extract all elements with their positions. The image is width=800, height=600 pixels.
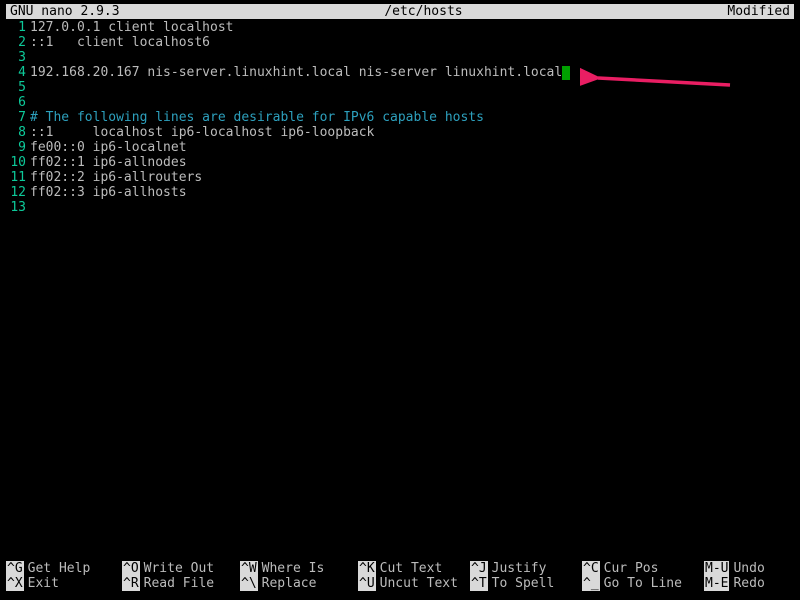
- shortcut-key: ^J: [470, 561, 488, 576]
- editor-line[interactable]: 1 127.0.0.1 client localhost: [6, 20, 794, 35]
- shortcut-cur-pos[interactable]: ^C Cur Pos: [582, 561, 698, 576]
- title-bar: GNU nano 2.9.3 /etc/hosts Modified: [6, 4, 794, 19]
- line-number: 11: [6, 170, 26, 185]
- nano-editor-window: GNU nano 2.9.3 /etc/hosts Modified 1 127.…: [0, 0, 800, 600]
- shortcut-read-file[interactable]: ^R Read File: [122, 576, 234, 591]
- shortcut-label: Undo: [733, 561, 764, 576]
- line-content[interactable]: [30, 50, 794, 65]
- editor-line[interactable]: 10 ff02::1 ip6-allnodes: [6, 155, 794, 170]
- shortcut-key: ^X: [6, 576, 24, 591]
- shortcut-key: ^O: [122, 561, 140, 576]
- shortcut-label: Cut Text: [380, 561, 443, 576]
- line-content[interactable]: [30, 95, 794, 110]
- shortcut-replace[interactable]: ^\ Replace: [240, 576, 352, 591]
- shortcut-label: Redo: [733, 576, 764, 591]
- line-number: 3: [6, 50, 26, 65]
- modified-status: Modified: [727, 4, 790, 19]
- file-path: /etc/hosts: [120, 4, 728, 19]
- line-content[interactable]: ff02::1 ip6-allnodes: [30, 155, 794, 170]
- editor-line[interactable]: 7 # The following lines are desirable for…: [6, 110, 794, 125]
- shortcut-to-spell[interactable]: ^T To Spell: [470, 576, 576, 591]
- line-number: 13: [6, 200, 26, 215]
- line-number: 9: [6, 140, 26, 155]
- line-content[interactable]: [30, 200, 794, 215]
- shortcut-label: Get Help: [28, 561, 91, 576]
- line-number: 2: [6, 35, 26, 50]
- line-number: 10: [6, 155, 26, 170]
- shortcut-label: Uncut Text: [380, 576, 458, 591]
- line-content[interactable]: [30, 80, 794, 95]
- line-number: 4: [6, 65, 26, 80]
- shortcut-justify[interactable]: ^J Justify: [470, 561, 576, 576]
- line-content[interactable]: ::1 localhost ip6-localhost ip6-loopback: [30, 125, 794, 140]
- editor-line[interactable]: 6: [6, 95, 794, 110]
- shortcut-label: Read File: [144, 576, 214, 591]
- shortcut-label: Write Out: [144, 561, 214, 576]
- editor-line[interactable]: 11 ff02::2 ip6-allrouters: [6, 170, 794, 185]
- line-content[interactable]: ::1 client localhost6: [30, 35, 794, 50]
- shortcut-key: ^G: [6, 561, 24, 576]
- shortcut-undo[interactable]: M-U Undo: [704, 561, 778, 576]
- editor-line[interactable]: 5: [6, 80, 794, 95]
- line-number: 12: [6, 185, 26, 200]
- shortcut-label: Replace: [262, 576, 317, 591]
- text-cursor: [562, 66, 570, 80]
- shortcut-label: Where Is: [262, 561, 325, 576]
- shortcut-label: Cur Pos: [604, 561, 659, 576]
- shortcut-key: ^_: [582, 576, 600, 591]
- shortcut-label: To Spell: [492, 576, 555, 591]
- editor-line[interactable]: 12 ff02::3 ip6-allhosts: [6, 185, 794, 200]
- shortcut-label: Go To Line: [604, 576, 682, 591]
- shortcut-key: M-U: [704, 561, 729, 576]
- editor-line[interactable]: 4 192.168.20.167 nis-server.linuxhint.loc…: [6, 65, 794, 80]
- line-number: 7: [6, 110, 26, 125]
- shortcut-go-to-line[interactable]: ^_ Go To Line: [582, 576, 698, 591]
- line-number: 5: [6, 80, 26, 95]
- shortcut-write-out[interactable]: ^O Write Out: [122, 561, 234, 576]
- line-number: 6: [6, 95, 26, 110]
- app-name: GNU nano 2.9.3: [10, 4, 120, 19]
- editor-line[interactable]: 13: [6, 200, 794, 215]
- line-content[interactable]: ff02::3 ip6-allhosts: [30, 185, 794, 200]
- shortcut-key: ^W: [240, 561, 258, 576]
- editor-line[interactable]: 2::1 client localhost6: [6, 35, 794, 50]
- shortcut-redo[interactable]: M-E Redo: [704, 576, 778, 591]
- editor-line[interactable]: 3: [6, 50, 794, 65]
- shortcut-key: ^T: [470, 576, 488, 591]
- shortcut-exit[interactable]: ^X Exit: [6, 576, 116, 591]
- shortcut-uncut-text[interactable]: ^U Uncut Text: [358, 576, 464, 591]
- shortcut-get-help[interactable]: ^G Get Help: [6, 561, 116, 576]
- shortcut-key: ^\: [240, 576, 258, 591]
- shortcut-row-2: ^X Exit ^R Read File ^\ Replace ^U Uncut Text ^T…: [6, 576, 794, 591]
- line-content[interactable]: fe00::0 ip6-localnet: [30, 140, 794, 155]
- line-content[interactable]: ff02::2 ip6-allrouters: [30, 170, 794, 185]
- editor-line[interactable]: 9 fe00::0 ip6-localnet: [6, 140, 794, 155]
- shortcut-cut-text[interactable]: ^K Cut Text: [358, 561, 464, 576]
- shortcut-key: ^C: [582, 561, 600, 576]
- shortcut-key: M-E: [704, 576, 729, 591]
- editor-area[interactable]: 1127.0.0.1 client localhost2::1 client l…: [6, 19, 794, 215]
- shortcut-label: Justify: [492, 561, 547, 576]
- line-content[interactable]: # The following lines are desirable for …: [30, 110, 794, 125]
- editor-line[interactable]: 8::1 localhost ip6-localhost ip6-loopbac…: [6, 125, 794, 140]
- shortcut-bar: ^G Get Help ^O Write Out ^W Where Is ^K Cut Tex…: [6, 561, 794, 591]
- shortcut-key: ^U: [358, 576, 376, 591]
- shortcut-key: ^K: [358, 561, 376, 576]
- shortcut-row-1: ^G Get Help ^O Write Out ^W Where Is ^K Cut Tex…: [6, 561, 794, 576]
- line-number: 8: [6, 125, 26, 140]
- line-number: 1: [6, 20, 26, 35]
- line-content[interactable]: 127.0.0.1 client localhost: [30, 20, 794, 35]
- shortcut-label: Exit: [28, 576, 59, 591]
- line-content[interactable]: 192.168.20.167 nis-server.linuxhint.loca…: [30, 65, 794, 80]
- shortcut-key: ^R: [122, 576, 140, 591]
- shortcut-where-is[interactable]: ^W Where Is: [240, 561, 352, 576]
